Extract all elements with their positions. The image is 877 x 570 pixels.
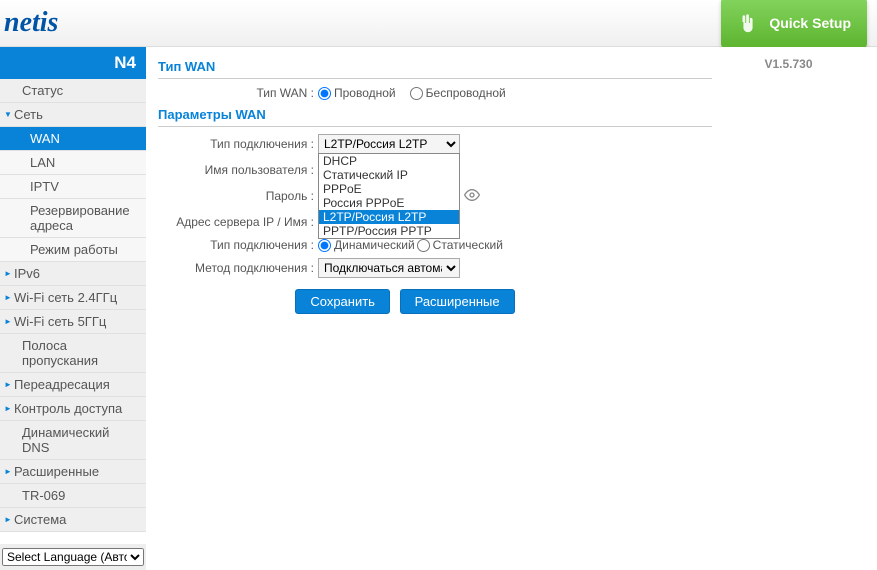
label-username: Имя пользователя : [158,163,318,177]
label-conn-method: Метод подключения : [158,261,318,275]
nav-item-network[interactable]: Сеть [0,103,146,127]
nav-item-address-reserve[interactable]: Резервирование адреса [0,199,146,238]
radio-wireless-input[interactable] [410,87,423,100]
connection-method-select[interactable]: Подключаться автоматич [318,258,460,278]
radio-static[interactable]: Статический [417,238,503,252]
nav-item-ddns[interactable]: Динамический DNS [0,421,146,460]
section-wan-params-title: Параметры WAN [158,103,712,127]
radio-static-input[interactable] [417,239,430,252]
nav-item-system[interactable]: Система [0,508,146,532]
nav-item-tr069[interactable]: TR-069 [0,484,146,508]
advanced-button[interactable]: Расширенные [400,289,515,314]
radio-wired-input[interactable] [318,87,331,100]
content-area: Тип WAN Тип WAN : Проводной Беспроводной… [158,55,712,562]
dropdown-item-l2tp[interactable]: L2TP/Россия L2TP [319,210,459,224]
dropdown-item-pppoe[interactable]: PPPoE [319,182,459,196]
button-row: Сохранить Расширенные [98,281,712,322]
quick-setup-label: Quick Setup [769,15,851,31]
header-bar: netis Quick Setup [0,0,877,47]
nav-item-status[interactable]: Статус [0,79,146,103]
radio-dynamic[interactable]: Динамический [318,238,415,252]
radio-wireless[interactable]: Беспроводной [410,86,506,100]
eye-icon[interactable] [464,187,480,206]
hand-wave-icon [737,12,759,34]
nav-item-iptv[interactable]: IPTV [0,175,146,199]
section-wan-type-title: Тип WAN [158,55,712,79]
nav-item-work-mode[interactable]: Режим работы [0,238,146,262]
nav-item-bandwidth[interactable]: Полоса пропускания [0,334,146,373]
label-conn-type: Тип подключения : [158,137,318,151]
language-select[interactable]: Select Language (Авто) [2,548,144,566]
nav-item-forwarding[interactable]: Переадресация [0,373,146,397]
dropdown-item-static[interactable]: Статический IP [319,168,459,182]
row-wan-type: Тип WAN : Проводной Беспроводной [158,83,712,103]
connection-type-dropdown: DHCP Статический IP PPPoE Россия PPPoE L… [318,153,460,239]
brand-logo: netis [4,7,58,39]
dropdown-item-pptp[interactable]: PPTP/Россия PPTP [319,224,459,238]
right-column: V1.5.730 [712,55,865,562]
connection-type-select[interactable]: L2TP/Россия L2TP [318,134,460,154]
save-button[interactable]: Сохранить [295,289,390,314]
version-text: V1.5.730 [712,55,865,71]
main-panel: Тип WAN Тип WAN : Проводной Беспроводной… [146,47,877,570]
label-conn-type2: Тип подключения : [158,238,318,252]
nav-item-advanced[interactable]: Расширенные [0,460,146,484]
quick-setup-button[interactable]: Quick Setup [721,0,867,48]
model-badge: N4 [0,47,146,79]
label-wan-type: Тип WAN : [158,86,318,100]
row-conn-type: Тип подключения : L2TP/Россия L2TP DHCP … [158,131,712,157]
radio-wired[interactable]: Проводной [318,86,396,100]
row-conn-method: Метод подключения : Подключаться автомат… [158,255,712,281]
dropdown-item-rupppoe[interactable]: Россия PPPoE [319,196,459,210]
nav-item-lan[interactable]: LAN [0,151,146,175]
nav-item-wan[interactable]: WAN [0,127,146,151]
label-password: Пароль : [158,189,318,203]
label-server: Адрес сервера IP / Имя : [158,215,318,229]
radio-dynamic-input[interactable] [318,239,331,252]
main-container: N4 Статус Сеть WAN LAN IPTV Резервирован… [0,47,877,570]
nav-item-access[interactable]: Контроль доступа [0,397,146,421]
dropdown-item-dhcp[interactable]: DHCP [319,154,459,168]
